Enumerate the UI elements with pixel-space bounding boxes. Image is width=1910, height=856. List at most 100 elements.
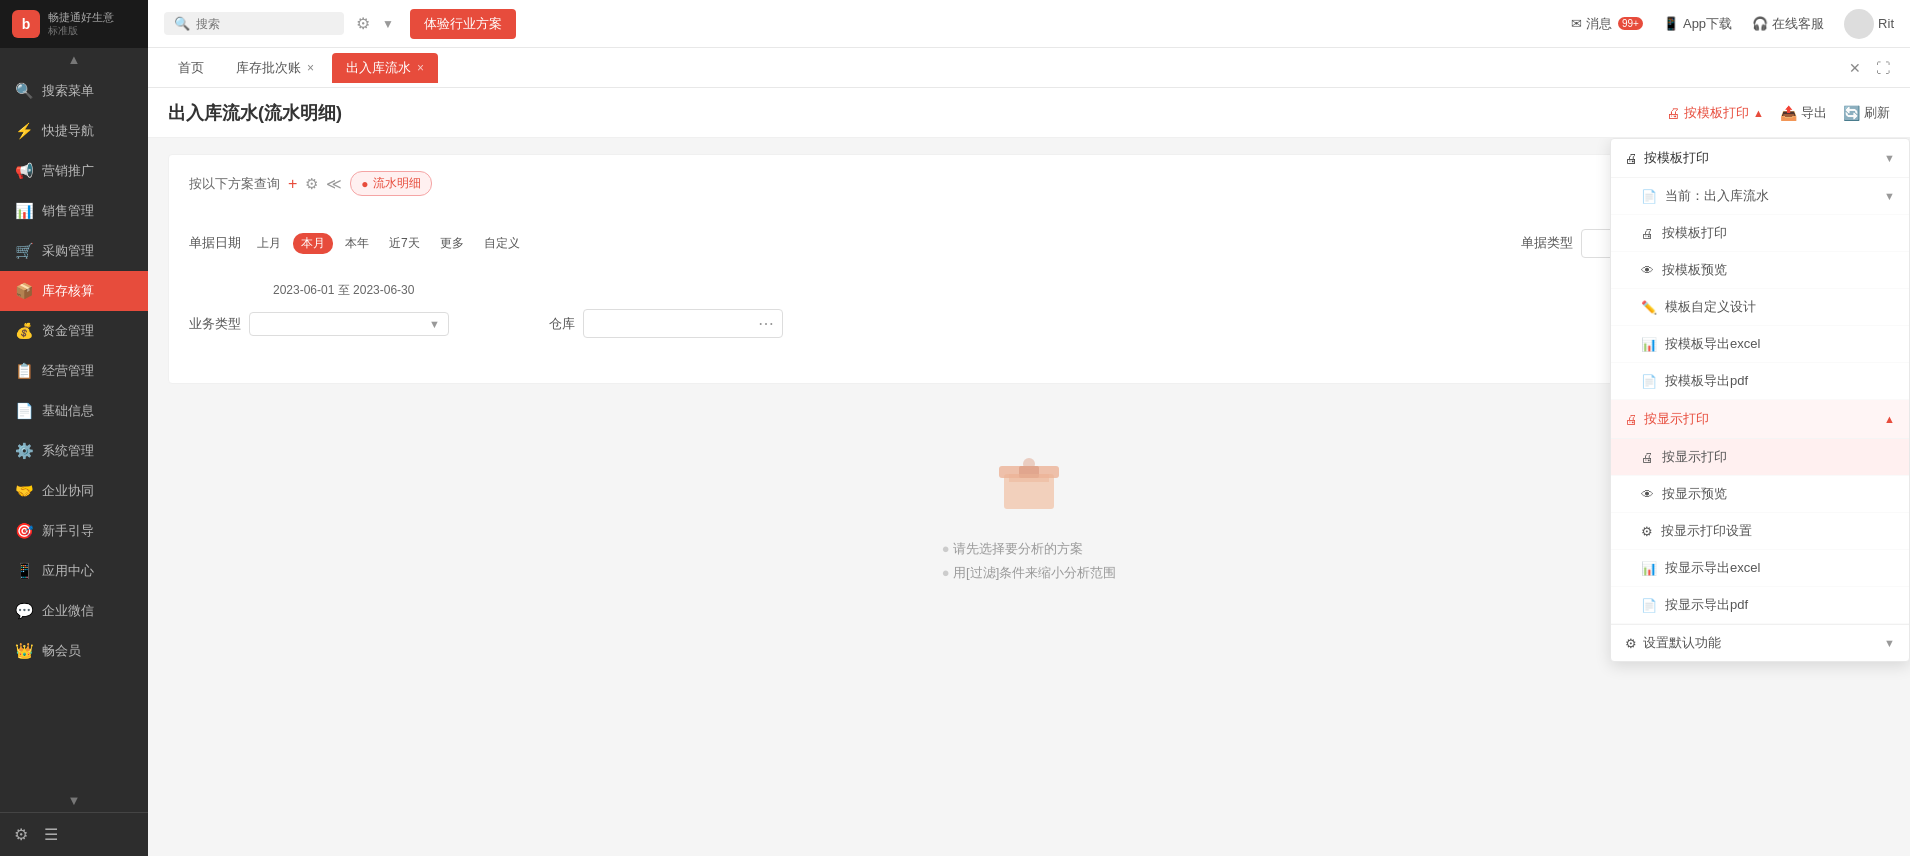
- collapse-menu-icon[interactable]: ☰: [44, 825, 58, 844]
- message-label: 消息: [1586, 15, 1612, 33]
- display-print-section-header[interactable]: 🖨 按显示打印 ▲: [1611, 400, 1909, 439]
- print-button[interactable]: 🖨 按模板打印 ▲: [1666, 104, 1764, 122]
- empty-hint-2: 用[过滤]条件来缩小分析范围: [942, 564, 1117, 582]
- sidebar-scroll-up[interactable]: ▲: [0, 48, 148, 71]
- display-print-header-icon: 🖨: [1625, 412, 1638, 427]
- app-center-icon: 📱: [14, 561, 34, 581]
- warehouse-dots[interactable]: ⋯: [758, 314, 774, 333]
- sidebar-item-wechat[interactable]: 💬 企业微信: [0, 591, 148, 631]
- app-icon: b: [12, 10, 40, 38]
- sidebar-item-app-center[interactable]: 📱 应用中心: [0, 551, 148, 591]
- dropdown-template-print[interactable]: 🖨 按模板打印: [1611, 215, 1909, 252]
- app-version: 标准版: [48, 24, 114, 38]
- filter-collapse-icon[interactable]: ≪: [326, 175, 342, 193]
- dropdown-template-export-excel[interactable]: 📊 按模板导出excel: [1611, 326, 1909, 363]
- dropdown-template-export-pdf[interactable]: 📄 按模板导出pdf: [1611, 363, 1909, 400]
- svg-rect-3: [1009, 474, 1049, 482]
- inventory-icon: 📦: [14, 281, 34, 301]
- sidebar-item-guide[interactable]: 🎯 新手引导: [0, 511, 148, 551]
- industry-solution-button[interactable]: 体验行业方案: [410, 9, 516, 39]
- date-tab-custom[interactable]: 自定义: [476, 233, 528, 254]
- biz-type-chevron-icon[interactable]: ▼: [429, 318, 440, 330]
- template-print-icon: 🖨: [1625, 151, 1638, 166]
- sidebar: b 畅捷通好生意 标准版 ▲ 🔍 搜索菜单 ⚡ 快捷导航 📢 营销推广 📊 销售…: [0, 0, 148, 856]
- template-custom-icon: ✏️: [1641, 300, 1657, 315]
- sidebar-item-finance[interactable]: 💰 资金管理: [0, 311, 148, 351]
- sidebar-item-enterprise[interactable]: 🤝 企业协同: [0, 471, 148, 511]
- sidebar-item-label: 营销推广: [42, 162, 94, 180]
- window-maximize-icon[interactable]: ⛶: [1872, 57, 1894, 79]
- sidebar-item-label: 企业微信: [42, 602, 94, 620]
- warehouse-field[interactable]: [592, 317, 754, 331]
- sidebar-scroll-down[interactable]: ▼: [0, 789, 148, 812]
- sidebar-item-marketing[interactable]: 📢 营销推广: [0, 151, 148, 191]
- template-print-items: 📄 当前：出入库流水 ▼ 🖨 按模板打印 👁 按模板预览 ✏️ 模板自: [1611, 178, 1909, 400]
- biz-type-input[interactable]: ▼: [249, 312, 449, 336]
- sidebar-item-basic-info[interactable]: 📄 基础信息: [0, 391, 148, 431]
- topbar-dropdown-icon[interactable]: ▼: [382, 17, 394, 31]
- date-tab-last-month[interactable]: 上月: [249, 233, 289, 254]
- sidebar-item-purchase[interactable]: 🛒 采购管理: [0, 231, 148, 271]
- dropdown-template-preview[interactable]: 👁 按模板预览: [1611, 252, 1909, 289]
- search-bar[interactable]: 🔍: [164, 12, 344, 35]
- wechat-icon: 💬: [14, 601, 34, 621]
- dropdown-display-export-pdf[interactable]: 📄 按显示导出pdf: [1611, 587, 1909, 624]
- sidebar-item-member[interactable]: 👑 畅会员: [0, 631, 148, 671]
- display-export-excel-icon: 📊: [1641, 561, 1657, 576]
- filter-settings-icon[interactable]: ⚙: [305, 175, 318, 193]
- page-actions: 🖨 按模板打印 ▲ 📤 导出 🔄 刷新: [1666, 104, 1890, 122]
- biz-type-field[interactable]: [258, 317, 425, 331]
- search-input[interactable]: [196, 17, 316, 31]
- sidebar-item-operations[interactable]: 📋 经营管理: [0, 351, 148, 391]
- user-avatar-button[interactable]: Rit: [1844, 9, 1894, 39]
- window-close-icon[interactable]: ✕: [1844, 57, 1866, 79]
- tab-in-out-flow[interactable]: 出入库流水 ×: [332, 53, 438, 83]
- tab-inventory-batch-close[interactable]: ×: [307, 61, 314, 75]
- biz-type-label: 业务类型: [189, 315, 241, 333]
- message-badge: 99+: [1618, 17, 1643, 30]
- dropdown-display-export-excel[interactable]: 📊 按显示导出excel: [1611, 550, 1909, 587]
- sidebar-item-label: 畅会员: [42, 642, 81, 660]
- template-print-section-header[interactable]: 🖨 按模板打印 ▼: [1611, 139, 1909, 178]
- sidebar-item-inventory[interactable]: 📦 库存核算: [0, 271, 148, 311]
- warehouse-input[interactable]: ⋯: [583, 309, 783, 338]
- date-tab-this-year[interactable]: 本年: [337, 233, 377, 254]
- date-tab-more[interactable]: 更多: [432, 233, 472, 254]
- current-template-icon: 📄: [1641, 189, 1657, 204]
- refresh-icon: 🔄: [1843, 105, 1860, 121]
- online-service-button[interactable]: 🎧 在线客服: [1752, 15, 1824, 33]
- template-export-excel-icon: 📊: [1641, 337, 1657, 352]
- dropdown-display-preview[interactable]: 👁 按显示预览: [1611, 476, 1909, 513]
- date-tab-this-month[interactable]: 本月: [293, 233, 333, 254]
- filter-add-button[interactable]: +: [288, 175, 297, 193]
- tab-inventory-batch[interactable]: 库存批次账 ×: [222, 53, 328, 83]
- sidebar-item-label: 库存核算: [42, 282, 94, 300]
- message-button[interactable]: ✉ 消息 99+: [1571, 15, 1643, 33]
- tab-in-out-flow-label: 出入库流水: [346, 59, 411, 77]
- dropdown-template-custom[interactable]: ✏️ 模板自定义设计: [1611, 289, 1909, 326]
- app-download-button[interactable]: 📱 App下载: [1663, 15, 1732, 33]
- sidebar-item-quick-nav[interactable]: ⚡ 快捷导航: [0, 111, 148, 151]
- sidebar-item-search-menu[interactable]: 🔍 搜索菜单: [0, 71, 148, 111]
- dropdown-display-print-settings[interactable]: ⚙ 按显示打印设置: [1611, 513, 1909, 550]
- print-icon: 🖨: [1666, 105, 1680, 121]
- date-tab-last-7-days[interactable]: 近7天: [381, 233, 428, 254]
- filter-chip[interactable]: ● 流水明细: [350, 171, 431, 196]
- sidebar-item-sys-mgmt[interactable]: ⚙️ 系统管理: [0, 431, 148, 471]
- tab-inventory-batch-label: 库存批次账: [236, 59, 301, 77]
- tab-home[interactable]: 首页: [164, 53, 218, 83]
- print-label: 按模板打印: [1684, 104, 1749, 122]
- sidebar-item-sales[interactable]: 📊 销售管理: [0, 191, 148, 231]
- export-button[interactable]: 📤 导出: [1780, 104, 1827, 122]
- topbar-gear-icon[interactable]: ⚙: [356, 14, 370, 33]
- sidebar-item-label: 系统管理: [42, 442, 94, 460]
- refresh-button[interactable]: 🔄 刷新: [1843, 104, 1890, 122]
- dropdown-display-print[interactable]: 🖨 按显示打印: [1611, 439, 1909, 476]
- filter-biz-type-item: 业务类型 ▼: [189, 312, 449, 336]
- chip-label: 流水明细: [373, 175, 421, 192]
- display-export-pdf-icon: 📄: [1641, 598, 1657, 613]
- dropdown-current-template[interactable]: 📄 当前：出入库流水 ▼: [1611, 178, 1909, 215]
- settings-icon[interactable]: ⚙: [14, 825, 28, 844]
- dropdown-default-settings[interactable]: ⚙ 设置默认功能 ▼: [1611, 624, 1909, 661]
- tab-in-out-flow-close[interactable]: ×: [417, 61, 424, 75]
